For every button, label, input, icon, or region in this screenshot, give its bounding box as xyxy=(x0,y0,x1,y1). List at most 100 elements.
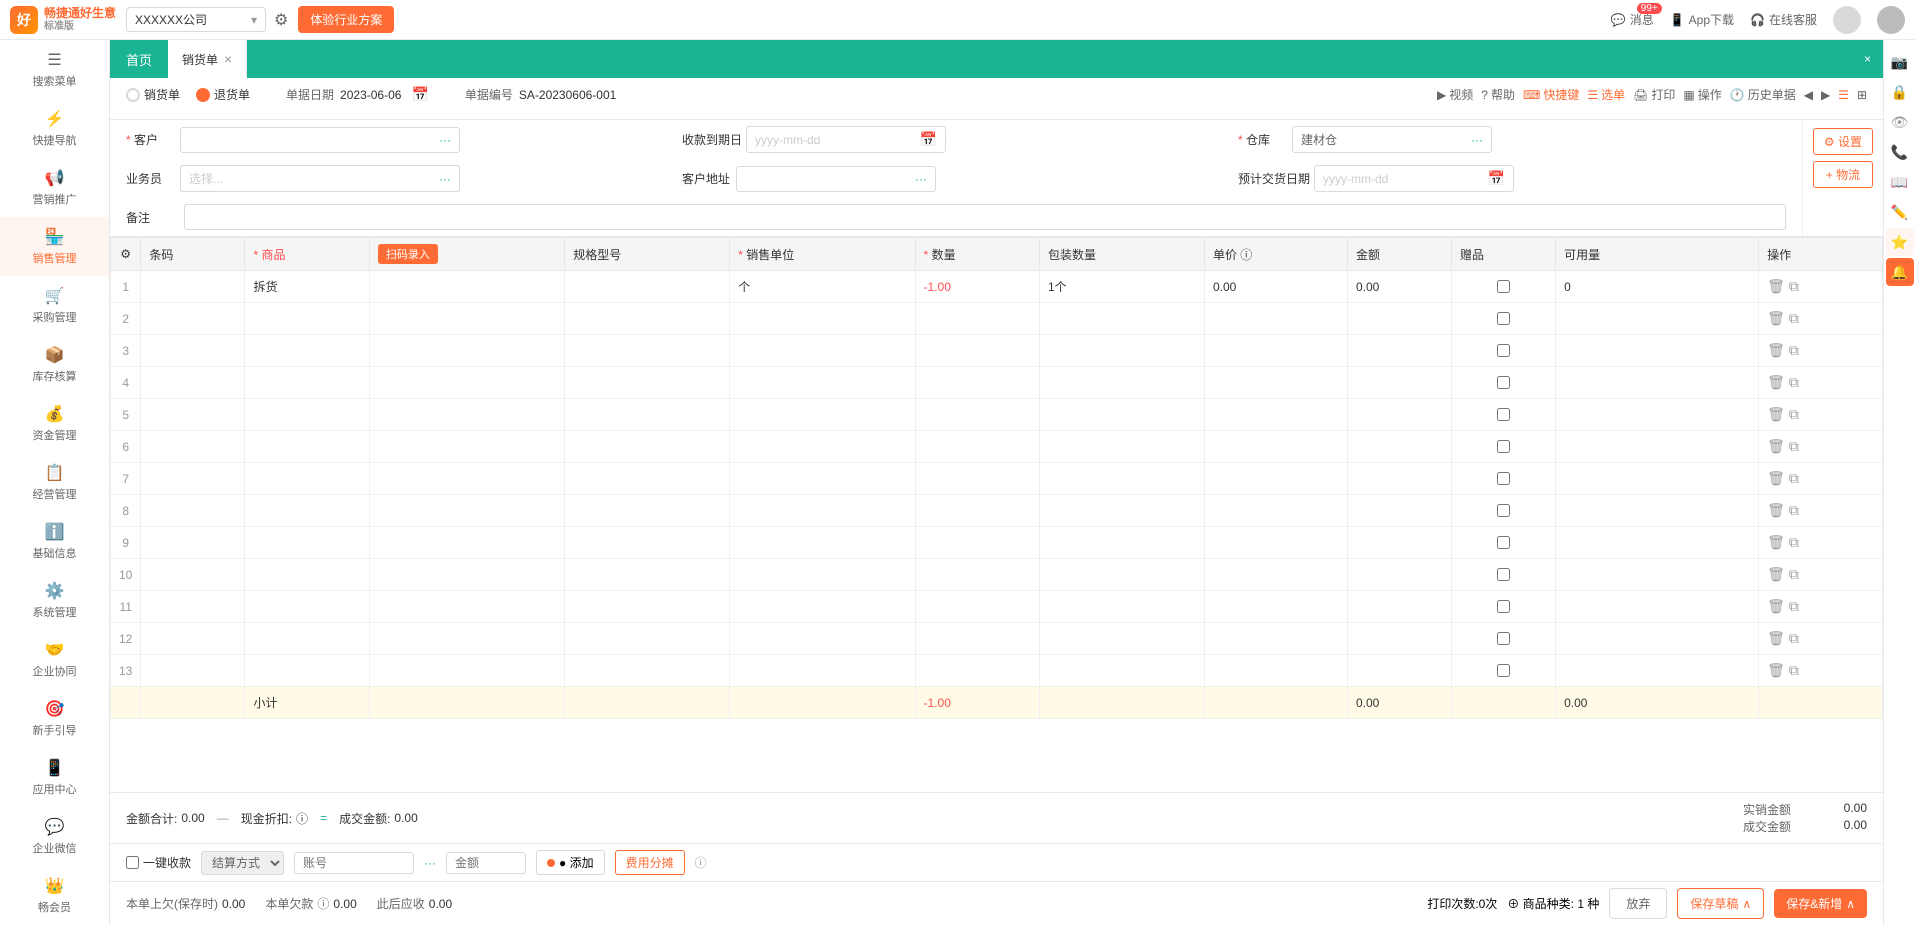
gift-checkbox[interactable] xyxy=(1497,472,1510,485)
delete-icon[interactable]: 🗑 xyxy=(1767,470,1785,487)
sidebar-item-inventory[interactable]: 📦 库存核算 xyxy=(0,335,109,394)
print-btn[interactable]: 🖨 打印 xyxy=(1633,86,1675,103)
delete-icon[interactable]: 🗑 xyxy=(1767,310,1785,327)
right-panel-edit-icon[interactable]: ✏️ xyxy=(1886,198,1914,226)
gift-checkbox[interactable] xyxy=(1497,504,1510,517)
cell-spec[interactable] xyxy=(565,271,730,303)
payment-due-input[interactable]: yyyy-mm-dd 📅 xyxy=(746,126,946,153)
salesperson-input[interactable]: 选择... ··· xyxy=(180,165,460,192)
grid-view-btn[interactable]: ⊞ xyxy=(1857,88,1867,102)
delete-icon[interactable]: 🗑 xyxy=(1767,630,1785,647)
copy-icon[interactable]: ⧉ xyxy=(1789,534,1799,551)
addr-dots-icon[interactable]: ··· xyxy=(915,172,927,186)
sidebar-item-wechat[interactable]: 💬 企业微信 xyxy=(0,807,109,866)
delete-icon[interactable]: 🗑 xyxy=(1767,598,1785,615)
save-draft-button[interactable]: 保存草稿 ∧ xyxy=(1677,888,1764,919)
col-gear[interactable]: ⚙ xyxy=(111,238,141,271)
order-no-value[interactable]: SA-20230606-001 xyxy=(519,88,616,102)
scan-button[interactable]: 扫码录入 xyxy=(378,244,438,264)
account-input[interactable] xyxy=(294,852,414,874)
customer-dots-icon[interactable]: ··· xyxy=(439,133,451,147)
right-panel-photo-icon[interactable]: 📷 xyxy=(1886,48,1914,76)
delivery-date-input[interactable]: yyyy-mm-dd 📅 xyxy=(1314,165,1514,192)
gift-checkbox[interactable] xyxy=(1497,568,1510,581)
payment-calendar-icon[interactable]: 📅 xyxy=(920,131,937,148)
gift-checkbox[interactable] xyxy=(1497,440,1510,453)
gift-checkbox[interactable] xyxy=(1497,408,1510,421)
fee-split-button[interactable]: 费用分摊 xyxy=(615,850,685,875)
list-view-btn[interactable]: ☰ xyxy=(1838,88,1849,102)
trial-button[interactable]: 体验行业方案 xyxy=(298,6,394,33)
save-new-button[interactable]: 保存&新增 ∧ xyxy=(1774,889,1867,918)
sidebar-item-search[interactable]: ☰ 搜索菜单 xyxy=(0,40,109,99)
delete-icon[interactable]: 🗑 xyxy=(1767,438,1785,455)
cell-pkg-qty[interactable]: 1个 xyxy=(1039,271,1204,303)
copy-icon[interactable]: ⧉ xyxy=(1789,662,1799,679)
delete-icon[interactable]: 🗑 xyxy=(1767,566,1785,583)
avatar[interactable] xyxy=(1833,6,1861,34)
settings-gear-icon[interactable]: ⚙ xyxy=(274,10,288,30)
gift-checkbox[interactable] xyxy=(1497,280,1510,293)
right-panel-eye-icon[interactable]: 👁 xyxy=(1886,108,1914,136)
cash-discount-help[interactable]: ⓘ xyxy=(296,810,308,827)
right-panel-phone-icon[interactable]: 📞 xyxy=(1886,138,1914,166)
sidebar-item-apps[interactable]: 📱 应用中心 xyxy=(0,748,109,807)
sidebar-item-quicknav[interactable]: ⚡ 快捷导航 xyxy=(0,99,109,158)
add-payment-button[interactable]: ● 添加 xyxy=(536,850,605,875)
delete-icon[interactable]: 🗑 xyxy=(1767,502,1785,519)
avatar-2[interactable] xyxy=(1877,6,1905,34)
cell-qty[interactable]: -1.00 xyxy=(915,271,1039,303)
chevron-up-icon[interactable]: ∧ xyxy=(1742,897,1751,911)
sidebar-item-guide[interactable]: 🎯 新手引导 xyxy=(0,689,109,748)
delete-icon[interactable]: 🗑 xyxy=(1767,342,1785,359)
copy-icon[interactable]: ⧉ xyxy=(1789,566,1799,583)
next-btn[interactable]: ▶ xyxy=(1821,88,1830,102)
sidebar-item-finance[interactable]: 💰 资金管理 xyxy=(0,394,109,453)
history-btn[interactable]: 🕐 历史单据 xyxy=(1730,86,1796,103)
warehouse-input[interactable]: 建材仓 ··· xyxy=(1292,126,1492,153)
total-owed-help[interactable]: ⓘ xyxy=(317,895,329,912)
close-all-tabs-button[interactable]: × xyxy=(1852,40,1883,78)
copy-icon[interactable]: ⧉ xyxy=(1789,630,1799,647)
sidebar-item-basic-info[interactable]: ℹ️ 基础信息 xyxy=(0,512,109,571)
cell-barcode[interactable] xyxy=(141,271,245,303)
tab-close-icon[interactable]: × xyxy=(224,51,232,67)
logistics-button[interactable]: + 物流 xyxy=(1813,161,1873,188)
prev-btn[interactable]: ◀ xyxy=(1804,88,1813,102)
copy-icon[interactable]: ⧉ xyxy=(1789,598,1799,615)
copy-icon[interactable]: ⧉ xyxy=(1789,278,1799,295)
remarks-input[interactable] xyxy=(184,204,1786,230)
cell-gift[interactable] xyxy=(1452,271,1556,303)
sidebar-item-system[interactable]: ⚙️ 系统管理 xyxy=(0,571,109,630)
right-panel-star-icon[interactable]: ⭐ xyxy=(1886,228,1914,256)
gift-checkbox[interactable] xyxy=(1497,664,1510,677)
cell-unit-price[interactable]: 0.00 xyxy=(1204,271,1347,303)
one-click-payment-checkbox[interactable]: 一键收款 xyxy=(126,854,191,871)
gift-checkbox[interactable] xyxy=(1497,344,1510,357)
help-btn[interactable]: ? 帮助 xyxy=(1481,86,1515,103)
fee-split-help-icon[interactable]: ⓘ xyxy=(695,854,707,871)
shortcut-btn[interactable]: ⌨ 快捷键 xyxy=(1523,86,1579,103)
amount-input[interactable] xyxy=(446,852,526,874)
gift-checkbox[interactable] xyxy=(1497,312,1510,325)
settings-button[interactable]: ⚙ 设置 xyxy=(1813,128,1873,155)
select-btn[interactable]: ☰ 选单 xyxy=(1587,86,1625,103)
calendar-icon[interactable]: 📅 xyxy=(411,86,428,103)
online-support-button[interactable]: 🎧 在线客服 xyxy=(1750,11,1817,28)
col-scan[interactable]: 扫码录入 xyxy=(369,238,564,271)
copy-icon[interactable]: ⧉ xyxy=(1789,310,1799,327)
delete-icon[interactable]: 🗑 xyxy=(1767,374,1785,391)
cell-amount[interactable]: 0.00 xyxy=(1347,271,1451,303)
sidebar-item-sales[interactable]: 🏪 销售管理 xyxy=(0,217,109,276)
date-value[interactable]: 2023-06-06 xyxy=(340,88,401,102)
delete-icon[interactable]: 🗑 xyxy=(1767,278,1785,295)
app-download-button[interactable]: 📱 App下载 xyxy=(1670,11,1734,28)
delete-icon[interactable]: 🗑 xyxy=(1767,406,1785,423)
copy-icon[interactable]: ⧉ xyxy=(1789,406,1799,423)
delete-icon[interactable]: 🗑 xyxy=(1767,534,1785,551)
sidebar-item-collab[interactable]: 🤝 企业协同 xyxy=(0,630,109,689)
right-panel-lock-icon[interactable]: 🔒 xyxy=(1886,78,1914,106)
right-panel-book-icon[interactable]: 📖 xyxy=(1886,168,1914,196)
cell-unit[interactable]: 个 xyxy=(730,271,915,303)
dots-icon[interactable]: ··· xyxy=(424,856,436,870)
